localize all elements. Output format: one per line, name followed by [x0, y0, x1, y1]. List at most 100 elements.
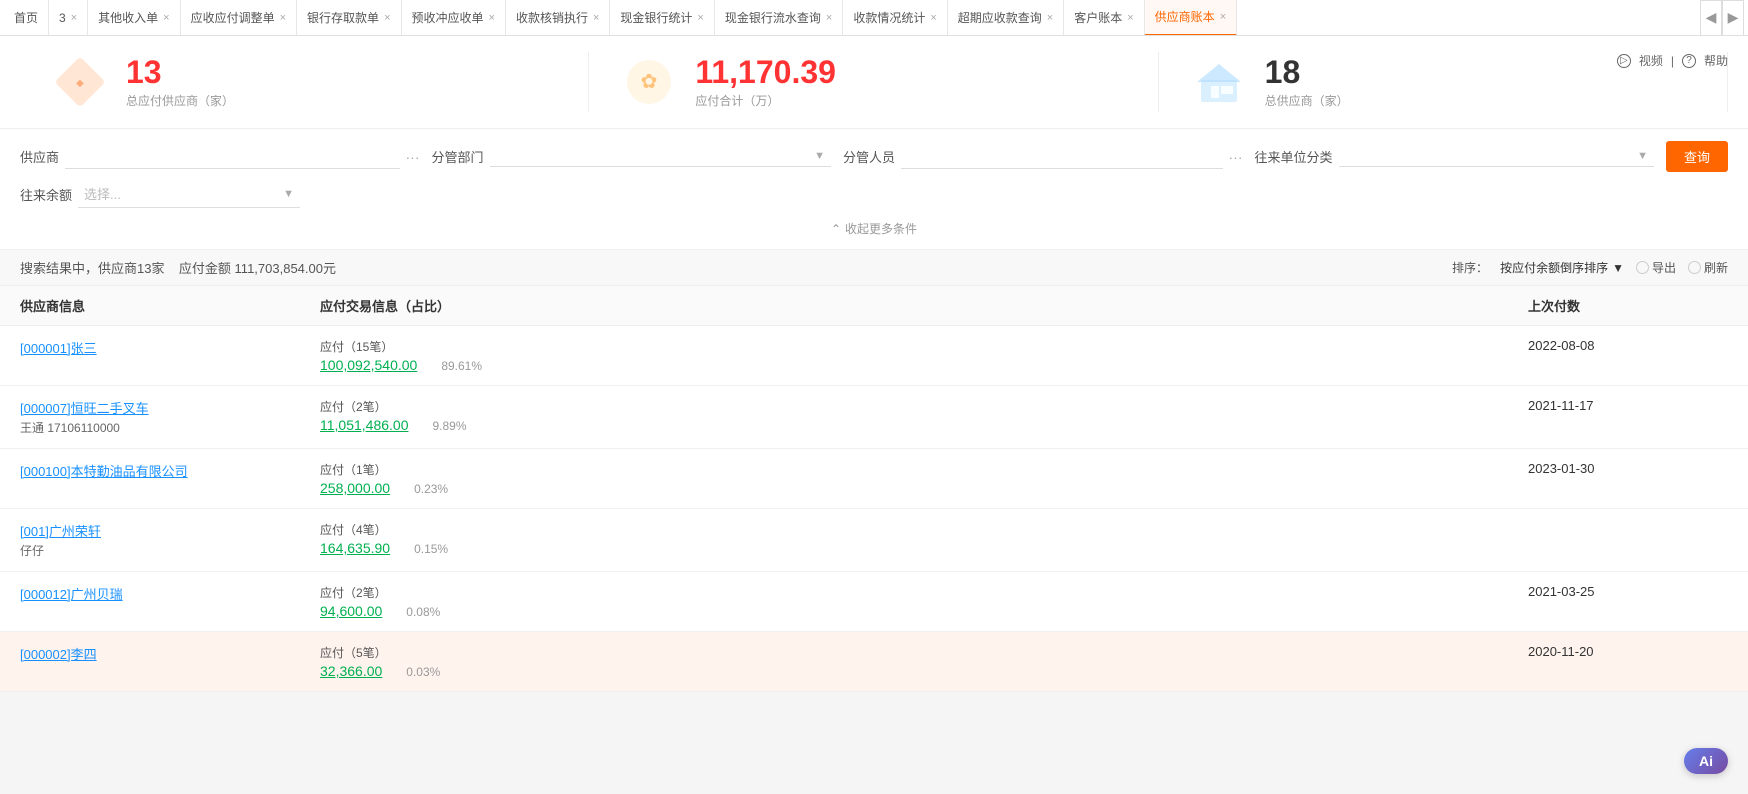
nav-tab-other-income[interactable]: 其他收入单 ×	[88, 0, 180, 36]
collapse-button[interactable]: ⌃ 收起更多条件	[20, 216, 1728, 237]
nav-tab-customer-account-label: 客户账本	[1074, 9, 1122, 26]
payable-amount-row: 100,092,540.00 89.61%	[320, 357, 1528, 373]
help-circle-icon: ?	[1682, 54, 1696, 68]
nav-tab-collect-stat[interactable]: 收款情况统计 ×	[843, 0, 947, 36]
payable-percent: 9.89%	[433, 419, 467, 433]
nav-tab-bank-deposit-label: 银行存取款单	[307, 9, 379, 26]
ai-badge[interactable]: Ai	[1684, 748, 1728, 774]
filter-row-2: 往来余额 选择... ▼	[20, 180, 1728, 208]
nav-tab-customer-account-close[interactable]: ×	[1127, 12, 1133, 24]
person-dots-icon[interactable]: ···	[1229, 149, 1243, 165]
export-radio-icon	[1636, 261, 1649, 274]
query-button[interactable]: 查询	[1666, 141, 1728, 172]
payable-cell: 应付（2笔） 11,051,486.00 9.89%	[320, 398, 1528, 433]
nav-tab-cash-bank-flow-close[interactable]: ×	[826, 12, 832, 24]
table-row: [000012]广州贝瑞应付（2笔）94,600.000.08%2021-03-…	[0, 572, 1748, 632]
supplier-filter-input[interactable]	[65, 145, 399, 169]
nav-tab-bank-deposit[interactable]: 银行存取款单 ×	[297, 0, 401, 36]
payable-amount[interactable]: 258,000.00	[320, 480, 390, 496]
payable-label: 应付（5笔）	[320, 644, 1528, 661]
unit-class-dropdown[interactable]: ▼	[1339, 146, 1654, 167]
supplier-link[interactable]: [000007]恒旺二手叉车	[20, 398, 320, 417]
summary-card-payable-total-content: 11,170.39 应付合计（万）	[695, 55, 836, 109]
top-navigation: 首页 3 × 其他收入单 × 应收应付调整单 × 银行存取款单 × 预收冲应收单…	[0, 0, 1748, 36]
nav-tab-bank-deposit-close[interactable]: ×	[384, 12, 390, 24]
supplier-dots-icon[interactable]: ···	[406, 149, 420, 165]
nav-tab-overdue-query[interactable]: 超期应收款查询 ×	[948, 0, 1064, 36]
nav-arrows: ◀ ▶	[1700, 0, 1744, 36]
nav-arrow-right[interactable]: ▶	[1722, 0, 1744, 36]
payable-percent: 0.03%	[406, 665, 440, 679]
payable-amount[interactable]: 94,600.00	[320, 603, 382, 619]
help-link[interactable]: 帮助	[1704, 52, 1728, 69]
nav-tab-cash-bank-stat-close[interactable]: ×	[697, 12, 703, 24]
nav-tab-prepay-collect-close[interactable]: ×	[489, 12, 495, 24]
nav-tab-3[interactable]: 3 ×	[49, 0, 88, 36]
nav-tab-other-income-close[interactable]: ×	[163, 12, 169, 24]
supplier-link[interactable]: [001]广州荣轩	[20, 521, 320, 540]
last-pay-date: 2023-01-30	[1528, 461, 1595, 476]
refresh-button[interactable]: 刷新	[1688, 259, 1728, 276]
total-payable-suppliers-label: 总应付供应商（家）	[126, 92, 234, 109]
nav-tab-supplier-account-close[interactable]: ×	[1220, 11, 1226, 23]
nav-tab-prepay-collect[interactable]: 预收冲应收单 ×	[402, 0, 506, 36]
sort-select-button[interactable]: 按应付余额倒序排序 ▼	[1500, 259, 1624, 276]
nav-arrow-left[interactable]: ◀	[1700, 0, 1722, 36]
payable-amount[interactable]: 100,092,540.00	[320, 357, 417, 373]
nav-tab-ar-adjust-label: 应收应付调整单	[191, 9, 275, 26]
payable-label: 应付（4笔）	[320, 521, 1528, 538]
filter-dept: 分管部门 ▼	[432, 146, 832, 167]
payable-percent: 89.61%	[441, 359, 482, 373]
nav-tab-3-close[interactable]: ×	[71, 12, 77, 24]
payable-amount[interactable]: 32,366.00	[320, 663, 382, 679]
nav-tab-ar-adjust-close[interactable]: ×	[280, 12, 286, 24]
nav-tab-collect-stat-label: 收款情况统计	[853, 9, 925, 26]
supplier-link[interactable]: [000002]李四	[20, 644, 320, 663]
nav-tab-customer-account[interactable]: 客户账本 ×	[1064, 0, 1144, 36]
result-bar-right: 排序： 按应付余额倒序排序 ▼ 导出 刷新	[1452, 259, 1728, 276]
export-button[interactable]: 导出	[1636, 259, 1676, 276]
nav-tab-ar-adjust[interactable]: 应收应付调整单 ×	[181, 0, 297, 36]
unit-class-filter-label: 往来单位分类	[1255, 147, 1333, 166]
nav-tab-collect-check-close[interactable]: ×	[593, 12, 599, 24]
supplier-sub-info: 王通 17106110000	[20, 419, 320, 436]
payable-label: 应付（2笔）	[320, 584, 1528, 601]
nav-tab-collect-check[interactable]: 收款核销执行 ×	[506, 0, 610, 36]
result-search-text: 搜索结果中，供应商13家	[20, 261, 164, 276]
payable-amount-row: 164,635.90 0.15%	[320, 540, 1528, 556]
supplier-link[interactable]: [000001]张三	[20, 338, 320, 357]
header-supplier-info: 供应商信息	[20, 296, 320, 315]
last-pay-cell: 2022-08-08	[1528, 338, 1728, 353]
payable-amount[interactable]: 164,635.90	[320, 540, 390, 556]
last-pay-date: 2021-11-17	[1528, 398, 1594, 413]
filter-balance: 往来余额 选择... ▼	[20, 180, 300, 208]
supplier-link[interactable]: [000012]广州贝瑞	[20, 584, 320, 603]
dept-dropdown[interactable]: ▼	[490, 146, 831, 167]
summary-card-suppliers: ◆ 13 总应付供应商（家）	[20, 52, 589, 112]
payable-total-label: 应付合计（万）	[695, 92, 836, 109]
supplier-cell: [000007]恒旺二手叉车王通 17106110000	[20, 398, 320, 436]
balance-dropdown[interactable]: 选择... ▼	[78, 180, 300, 208]
nav-tab-cash-bank-flow[interactable]: 现金银行流水查询 ×	[715, 0, 843, 36]
payable-percent: 0.15%	[414, 542, 448, 556]
filter-row-1: 供应商 ··· 分管部门 ▼ 分管人员 ··· 往来单位分类 ▼ 查询	[20, 141, 1728, 172]
diamond-icon: ◆	[50, 52, 110, 112]
supplier-cell: [000001]张三	[20, 338, 320, 357]
nav-tab-supplier-account[interactable]: 供应商账本 ×	[1145, 0, 1237, 36]
chevron-up-icon: ⌃	[831, 222, 841, 236]
payable-amount[interactable]: 11,051,486.00	[320, 417, 409, 433]
filter-supplier: 供应商 ···	[20, 145, 420, 169]
video-link[interactable]: 视频	[1639, 52, 1663, 69]
payable-label: 应付（2笔）	[320, 398, 1528, 415]
person-filter-input[interactable]	[901, 145, 1222, 169]
nav-tab-home[interactable]: 首页	[4, 0, 49, 36]
nav-tab-cash-bank-stat[interactable]: 现金银行统计 ×	[610, 0, 714, 36]
supplier-link[interactable]: [000100]本特勤油品有限公司	[20, 461, 320, 480]
nav-tab-collect-stat-close[interactable]: ×	[930, 12, 936, 24]
header-payable-info: 应付交易信息（占比）	[320, 296, 1528, 315]
payable-amount-row: 258,000.000.23%	[320, 480, 1528, 496]
sort-value-label: 按应付余额倒序排序	[1500, 259, 1608, 276]
top-right-links: ▷ 视频 | ? 帮助	[1617, 52, 1728, 69]
nav-tab-overdue-query-close[interactable]: ×	[1047, 12, 1053, 24]
payable-cell: 应付（15笔）100,092,540.0089.61%	[320, 338, 1528, 373]
